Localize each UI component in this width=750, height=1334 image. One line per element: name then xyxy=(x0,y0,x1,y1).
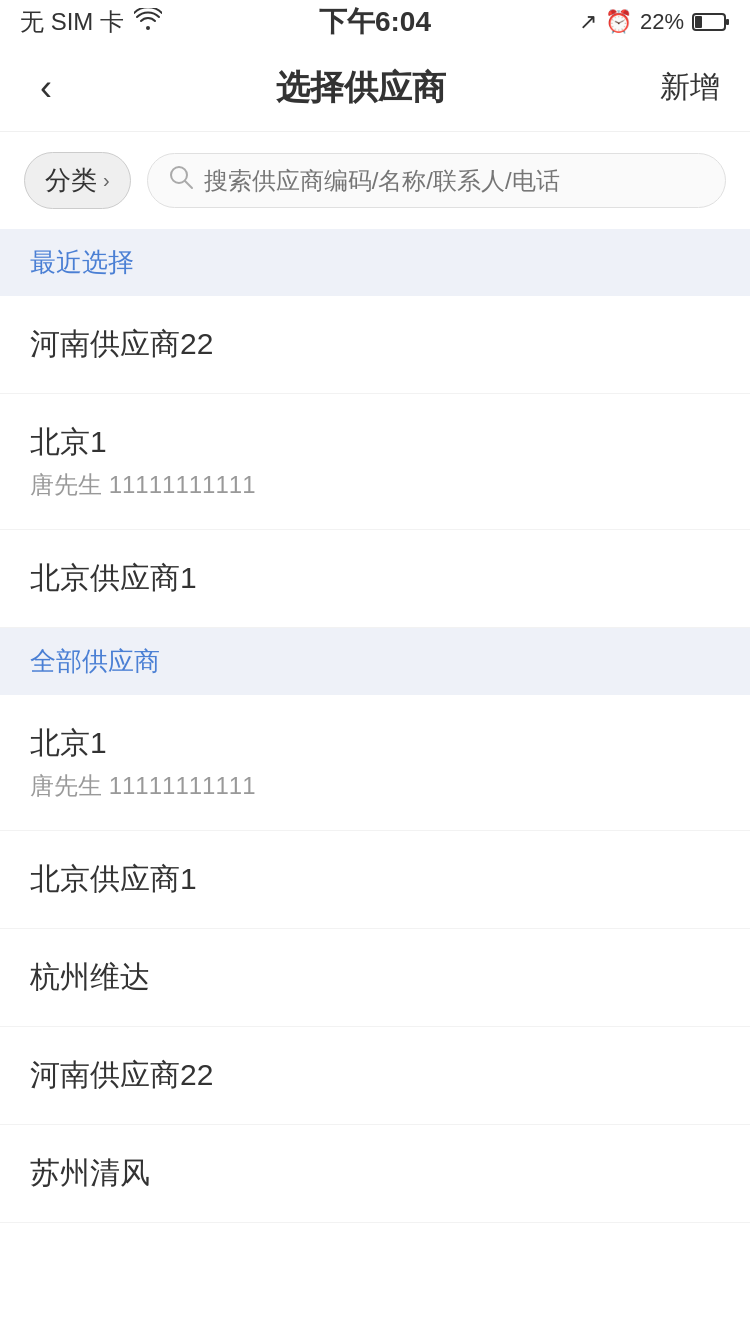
item-name: 北京供应商1 xyxy=(30,558,720,599)
location-icon: ↗ xyxy=(579,9,597,35)
nav-bar: ‹ 选择供应商 新增 xyxy=(0,44,750,132)
item-name: 北京1 xyxy=(30,723,720,764)
recent-section-header: 最近选择 xyxy=(0,229,750,296)
item-name: 河南供应商22 xyxy=(30,1055,720,1096)
alarm-icon: ⏰ xyxy=(605,9,632,35)
back-button[interactable]: ‹ xyxy=(30,57,62,119)
list-item[interactable]: 苏州清风 xyxy=(0,1125,750,1223)
list-item[interactable]: 北京供应商1 xyxy=(0,530,750,628)
all-section-label: 全部供应商 xyxy=(30,646,160,676)
item-name: 北京1 xyxy=(30,422,720,463)
svg-rect-1 xyxy=(695,16,702,28)
chevron-right-icon: › xyxy=(103,169,110,192)
wifi-icon xyxy=(134,8,162,36)
list-item[interactable]: 杭州维达 xyxy=(0,929,750,1027)
page-title: 选择供应商 xyxy=(276,65,446,111)
recent-section-label: 最近选择 xyxy=(30,247,134,277)
search-input[interactable] xyxy=(204,167,705,195)
list-item[interactable]: 河南供应商22 xyxy=(0,296,750,394)
category-label: 分类 xyxy=(45,163,97,198)
recent-list: 河南供应商22 北京1 唐先生 11111111111 北京供应商1 xyxy=(0,296,750,628)
item-name: 北京供应商1 xyxy=(30,859,720,900)
status-left: 无 SIM 卡 xyxy=(20,6,162,38)
search-box[interactable] xyxy=(147,153,726,208)
status-bar: 无 SIM 卡 下午6:04 ↗ ⏰ 22% xyxy=(0,0,750,44)
svg-line-4 xyxy=(185,181,192,188)
list-item[interactable]: 北京供应商1 xyxy=(0,831,750,929)
list-item[interactable]: 河南供应商22 xyxy=(0,1027,750,1125)
status-time: 下午6:04 xyxy=(319,3,431,41)
category-button[interactable]: 分类 › xyxy=(24,152,131,209)
all-list: 北京1 唐先生 11111111111 北京供应商1 杭州维达河南供应商22 苏州清风 xyxy=(0,695,750,1223)
battery-text: 22% xyxy=(640,9,684,35)
item-sub: 唐先生 11111111111 xyxy=(30,469,720,501)
filter-bar: 分类 › xyxy=(0,132,750,229)
all-section-header: 全部供应商 xyxy=(0,628,750,695)
item-sub: 唐先生 11111111111 xyxy=(30,770,720,802)
search-icon xyxy=(168,164,194,197)
svg-rect-2 xyxy=(726,19,729,25)
add-button[interactable]: 新增 xyxy=(660,67,720,108)
item-name: 杭州维达 xyxy=(30,957,720,998)
status-right: ↗ ⏰ 22% xyxy=(579,9,730,35)
carrier-text: 无 SIM 卡 xyxy=(20,6,124,38)
battery-icon xyxy=(692,12,730,32)
item-name: 河南供应商22 xyxy=(30,324,720,365)
list-item[interactable]: 北京1 唐先生 11111111111 xyxy=(0,394,750,530)
list-item[interactable]: 北京1 唐先生 11111111111 xyxy=(0,695,750,831)
item-name: 苏州清风 xyxy=(30,1153,720,1194)
